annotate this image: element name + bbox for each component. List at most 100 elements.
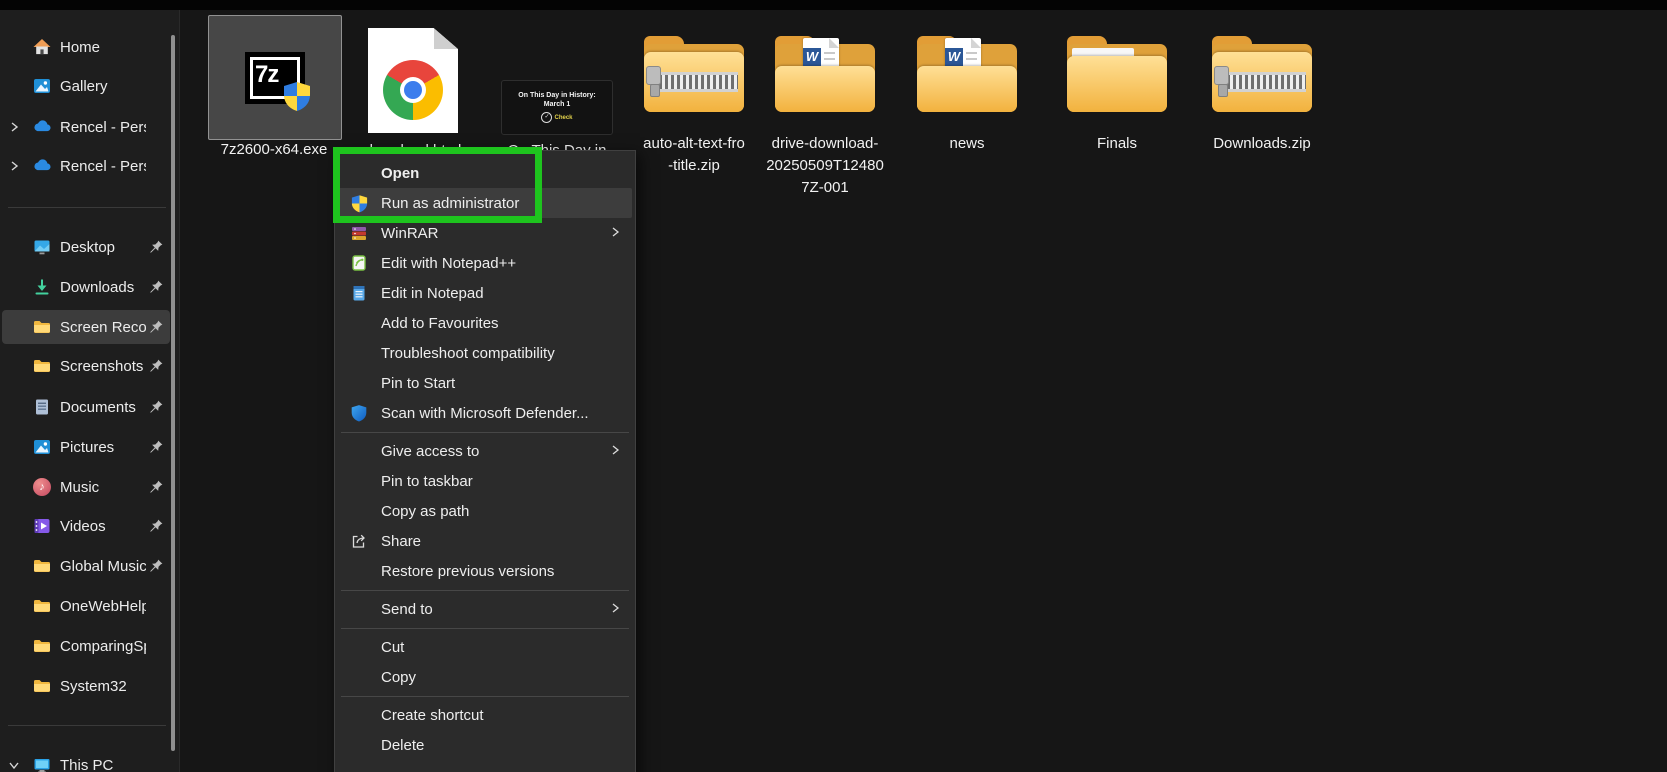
folder-icon	[32, 356, 52, 376]
menu-separator	[341, 628, 629, 629]
sidebar-item-onedrive-2[interactable]: Rencel - Persona	[2, 149, 170, 183]
sidebar-item-videos[interactable]: Videos	[2, 509, 170, 543]
zip-folder-icon	[644, 52, 744, 112]
zipper	[650, 72, 738, 92]
sidebar-item-label: Global Music	[60, 557, 146, 575]
music-note-glyph: ♪	[33, 478, 51, 496]
sidebar-item-this-pc[interactable]: This PC	[2, 748, 170, 772]
gallery-icon	[32, 76, 52, 96]
thumbnail-subtitle: March 1	[543, 101, 571, 108]
chrome-icon	[383, 60, 443, 120]
menu-item-share[interactable]: Share	[338, 526, 632, 556]
file-tile-on-this-day[interactable]: On This Day in History: March 1 ✓ Check	[501, 80, 613, 135]
sidebar-item-comparingspec[interactable]: ComparingSpec	[2, 629, 170, 663]
defender-shield-icon	[348, 402, 370, 424]
file-tile-auto-alt-text-zip[interactable]	[642, 34, 746, 118]
file-label[interactable]: drive-download- 20250509T12480 7Z-001	[755, 133, 895, 199]
zip-folder-icon	[1212, 52, 1312, 112]
file-label[interactable]: Finals	[1057, 133, 1177, 155]
submenu-chevron-icon	[608, 443, 622, 457]
sidebar-item-system32[interactable]: System32	[2, 669, 170, 703]
file-tile-finals[interactable]	[1065, 34, 1169, 118]
menu-separator	[341, 696, 629, 697]
file-explorer-window: Home Gallery Rencel - Persona	[0, 0, 1667, 772]
file-label[interactable]: auto-alt-text-fro -title.zip	[624, 133, 764, 177]
zipper	[1218, 72, 1306, 92]
pin-icon	[148, 518, 164, 534]
7zip-glyph: 7z	[255, 60, 279, 88]
menu-item-copy[interactable]: Copy	[338, 662, 632, 692]
sidebar-item-documents[interactable]: Documents	[2, 390, 170, 424]
menu-item-edit-with-notepadpp[interactable]: Edit with Notepad++	[338, 248, 632, 278]
sidebar-item-label: Home	[60, 38, 101, 56]
menu-item-delete[interactable]: Delete	[338, 730, 632, 760]
folder-icon	[917, 66, 1017, 112]
menu-item-pin-to-start[interactable]: Pin to Start	[338, 368, 632, 398]
sidebar-item-screenshots[interactable]: Screenshots	[2, 349, 170, 383]
sidebar-item-home[interactable]: Home	[2, 30, 170, 64]
menu-item-scan-with-defender[interactable]: Scan with Microsoft Defender...	[338, 398, 632, 428]
folder-icon	[775, 66, 875, 112]
thumbnail-badge: ✓ Check	[541, 112, 573, 123]
sidebar-scrollbar[interactable]	[171, 35, 175, 751]
file-tile-downloads-zip[interactable]	[1210, 34, 1314, 118]
sidebar-item-label: Downloads	[60, 278, 135, 296]
chevron-down-icon[interactable]	[8, 759, 24, 771]
sidebar-item-pictures[interactable]: Pictures	[2, 430, 170, 464]
sidebar-item-gallery[interactable]: Gallery	[2, 69, 170, 103]
pin-icon	[148, 319, 164, 335]
menu-item-edit-in-notepad[interactable]: Edit in Notepad	[338, 278, 632, 308]
sidebar-item-music[interactable]: ♪ Music	[2, 470, 170, 504]
pin-icon	[148, 399, 164, 415]
menu-item-pin-to-taskbar[interactable]: Pin to taskbar	[338, 466, 632, 496]
videos-icon	[32, 516, 52, 536]
folder-icon	[32, 317, 52, 337]
file-tile-7z2600-x64-exe[interactable]: 7z	[208, 15, 342, 140]
sidebar-item-label: Rencel - Persona	[60, 118, 146, 136]
sidebar-item-onedrive-1[interactable]: Rencel - Persona	[2, 110, 170, 144]
winrar-icon	[348, 222, 370, 244]
folder-icon	[32, 676, 52, 696]
file-tile-drive-download[interactable]: W	[773, 34, 877, 118]
sidebar-item-onewebhelp[interactable]: OneWebHelp	[2, 589, 170, 623]
sidebar-item-label: Documents	[60, 398, 136, 416]
file-label[interactable]: news	[907, 133, 1027, 155]
sidebar-item-label: ComparingSpec	[60, 637, 146, 655]
file-tile-chrome-html[interactable]	[368, 28, 458, 133]
menu-item-create-shortcut[interactable]: Create shortcut	[338, 700, 632, 730]
sidebar-item-label: Music	[60, 478, 100, 496]
sidebar-item-label: This PC	[60, 756, 114, 772]
menu-item-send-to[interactable]: Send to	[338, 594, 632, 624]
thumbnail-title: On This Day in History:	[518, 92, 596, 99]
pin-icon	[148, 279, 164, 295]
file-label[interactable]: Downloads.zip	[1202, 133, 1322, 155]
chevron-right-icon[interactable]	[8, 160, 24, 172]
home-icon	[32, 37, 52, 57]
sidebar-item-global-music[interactable]: Global Music	[2, 549, 170, 583]
documents-icon	[32, 397, 52, 417]
menu-item-cut[interactable]: Cut	[338, 632, 632, 662]
page-fold	[433, 28, 458, 49]
menu-item-troubleshoot-compatibility[interactable]: Troubleshoot compatibility	[338, 338, 632, 368]
7zip-exe-icon: 7z	[245, 51, 310, 111]
pin-icon	[148, 479, 164, 495]
chevron-right-icon[interactable]	[8, 121, 24, 133]
file-label[interactable]: 7z2600-x64.exe	[208, 139, 340, 161]
check-icon: ✓	[541, 112, 553, 123]
sidebar-item-desktop[interactable]: Desktop	[2, 230, 170, 264]
onedrive-icon	[32, 117, 52, 137]
file-tile-news[interactable]: W	[915, 34, 1019, 118]
menu-item-give-access-to[interactable]: Give access to	[338, 436, 632, 466]
folder-icon	[1067, 56, 1167, 112]
sidebar-item-label: Desktop	[60, 238, 116, 256]
sidebar-item-screen-recordings[interactable]: Screen Recor	[2, 310, 170, 344]
sidebar-item-label: Screenshots	[60, 357, 144, 375]
folder-icon	[32, 636, 52, 656]
sidebar-item-downloads[interactable]: Downloads	[2, 270, 170, 304]
menu-item-add-to-favourites[interactable]: Add to Favourites	[338, 308, 632, 338]
menu-separator	[341, 590, 629, 591]
context-menu: Open Run as administrator WinRAR Edit wi…	[334, 150, 636, 772]
this-pc-icon	[32, 755, 52, 772]
menu-item-restore-previous-versions[interactable]: Restore previous versions	[338, 556, 632, 586]
menu-item-copy-as-path[interactable]: Copy as path	[338, 496, 632, 526]
